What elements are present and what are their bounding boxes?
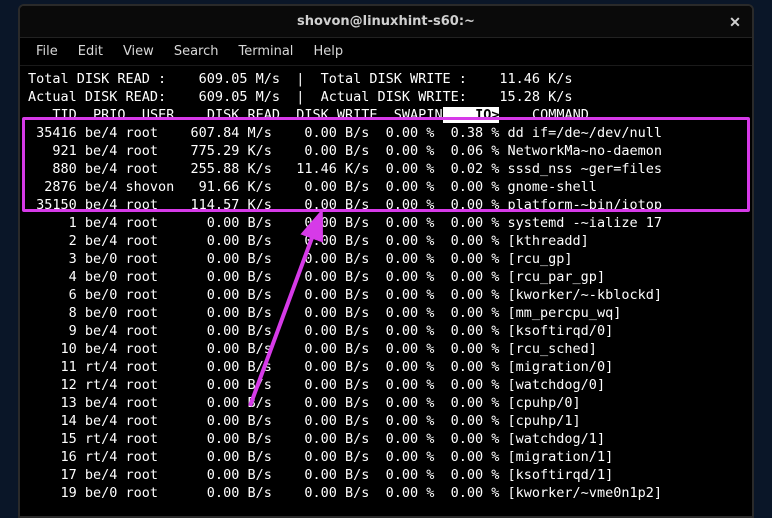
process-row: 17 be/4 root 0.00 B/s 0.00 B/s 0.00 % 0.… (28, 466, 744, 484)
process-row: 15 rt/4 root 0.00 B/s 0.00 B/s 0.00 % 0.… (28, 430, 744, 448)
process-row: 921 be/4 root 775.29 K/s 0.00 B/s 0.00 %… (28, 142, 744, 160)
col-tid: TID (28, 107, 77, 123)
process-row: 4 be/0 root 0.00 B/s 0.00 B/s 0.00 % 0.0… (28, 268, 744, 286)
col-swapin: SWAPIN (378, 107, 443, 123)
menu-view[interactable]: View (113, 39, 164, 65)
titlebar[interactable]: shovon@linuxhint-s60:~ ✕ (20, 6, 752, 38)
process-row: 1 be/4 root 0.00 B/s 0.00 B/s 0.00 % 0.0… (28, 214, 744, 232)
process-row: 12 rt/4 root 0.00 B/s 0.00 B/s 0.00 % 0.… (28, 376, 744, 394)
window-title: shovon@linuxhint-s60:~ (297, 13, 475, 31)
process-row: 11 rt/4 root 0.00 B/s 0.00 B/s 0.00 % 0.… (28, 358, 744, 376)
process-row: 13 be/4 root 0.00 B/s 0.00 B/s 0.00 % 0.… (28, 394, 744, 412)
terminal-window: shovon@linuxhint-s60:~ ✕ File Edit View … (18, 4, 754, 518)
menu-search[interactable]: Search (164, 39, 229, 65)
terminal-output[interactable]: Total DISK READ : 609.05 M/s | Total DIS… (20, 66, 752, 502)
summary-actual-row: Actual DISK READ: 609.05 M/s | Actual DI… (28, 88, 744, 106)
col-command: COMMAND (499, 107, 588, 123)
col-io-sorted: IO> (443, 107, 500, 123)
process-row: 14 be/4 root 0.00 B/s 0.00 B/s 0.00 % 0.… (28, 412, 744, 430)
menu-edit[interactable]: Edit (68, 39, 113, 65)
process-row: 2 be/4 root 0.00 B/s 0.00 B/s 0.00 % 0.0… (28, 232, 744, 250)
menu-help[interactable]: Help (303, 39, 353, 65)
process-row: 19 be/0 root 0.00 B/s 0.00 B/s 0.00 % 0.… (28, 484, 744, 502)
process-row: 16 rt/4 root 0.00 B/s 0.00 B/s 0.00 % 0.… (28, 448, 744, 466)
col-write: DISK WRITE (280, 107, 378, 123)
process-row: 3 be/0 root 0.00 B/s 0.00 B/s 0.00 % 0.0… (28, 250, 744, 268)
process-row: 2876 be/4 shovon 91.66 K/s 0.00 B/s 0.00… (28, 178, 744, 196)
menu-file[interactable]: File (26, 39, 68, 65)
close-icon[interactable]: ✕ (726, 13, 744, 31)
col-user: USER (126, 107, 191, 123)
process-row: 35150 be/4 root 114.57 K/s 0.00 B/s 0.00… (28, 196, 744, 214)
col-prio: PRIO (77, 107, 126, 123)
process-row: 6 be/0 root 0.00 B/s 0.00 B/s 0.00 % 0.0… (28, 286, 744, 304)
column-header-row: TID PRIO USER DISK READ DISK WRITE SWAPI… (28, 106, 744, 124)
process-row: 10 be/4 root 0.00 B/s 0.00 B/s 0.00 % 0.… (28, 340, 744, 358)
process-row: 35416 be/4 root 607.84 M/s 0.00 B/s 0.00… (28, 124, 744, 142)
col-read: DISK READ (191, 107, 280, 123)
menu-terminal[interactable]: Terminal (228, 39, 303, 65)
process-row: 8 be/0 root 0.00 B/s 0.00 B/s 0.00 % 0.0… (28, 304, 744, 322)
summary-total-row: Total DISK READ : 609.05 M/s | Total DIS… (28, 70, 744, 88)
process-row: 9 be/4 root 0.00 B/s 0.00 B/s 0.00 % 0.0… (28, 322, 744, 340)
process-row: 880 be/4 root 255.88 K/s 11.46 K/s 0.00 … (28, 160, 744, 178)
menubar: File Edit View Search Terminal Help (20, 38, 752, 66)
